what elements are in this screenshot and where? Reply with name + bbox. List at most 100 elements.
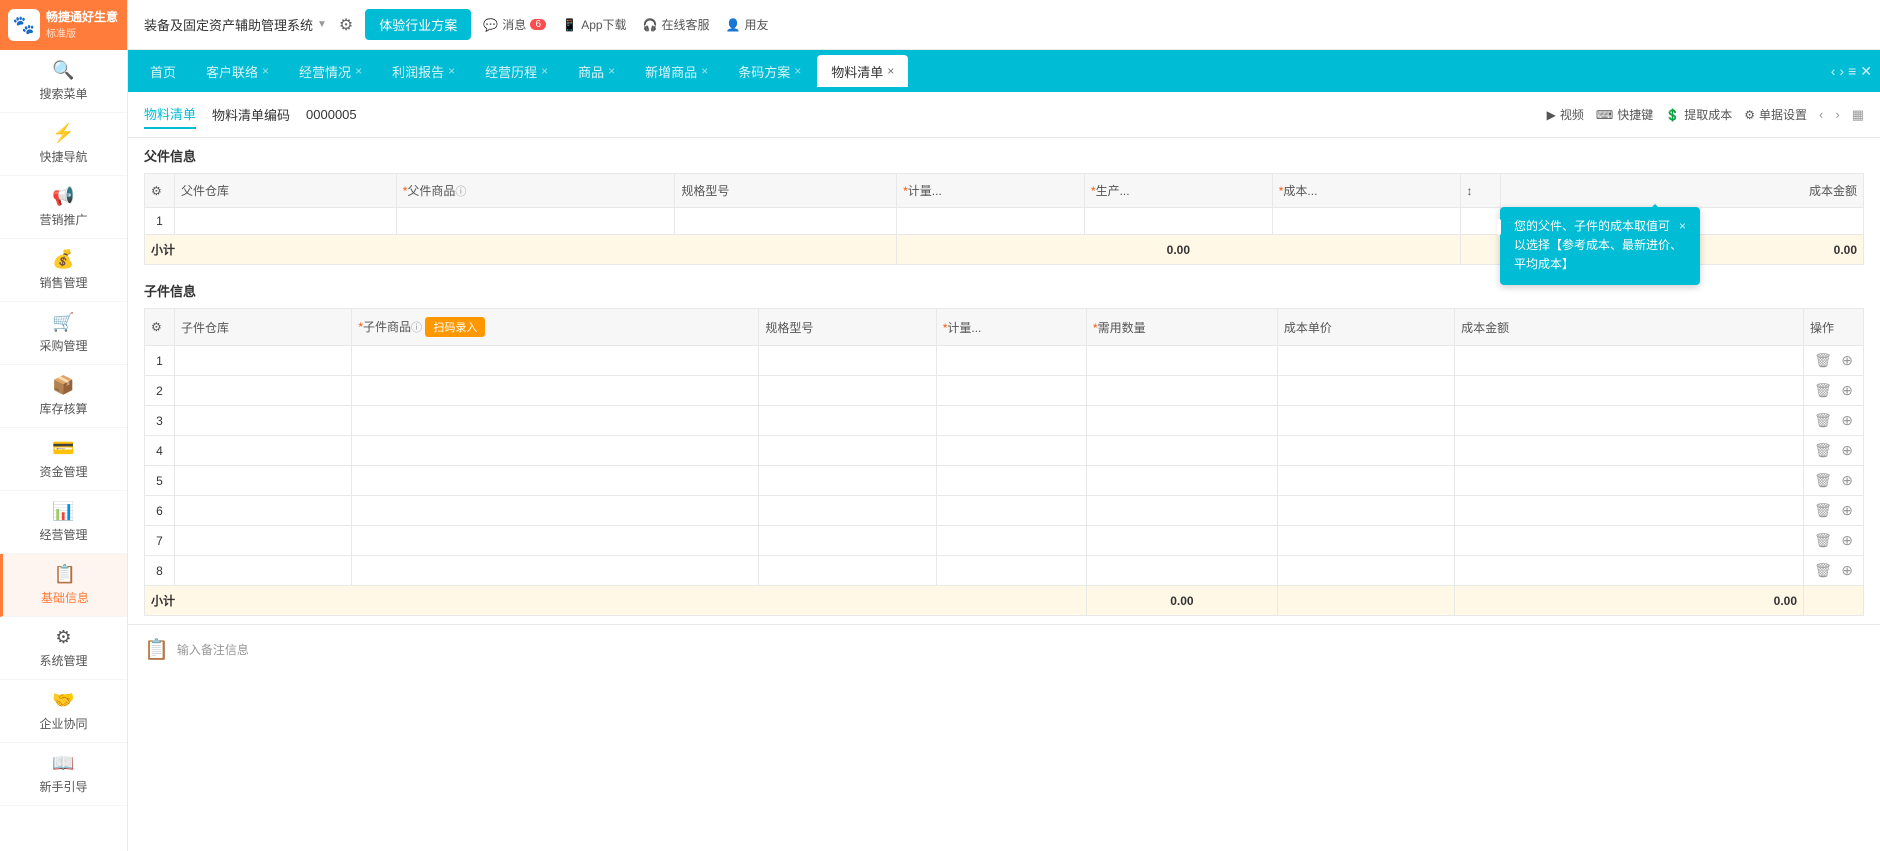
parent-warehouse-cell[interactable]: [175, 208, 397, 235]
shortcut-btn[interactable]: ⌨ 快捷键: [1596, 106, 1653, 123]
user-action[interactable]: 👤 用友: [726, 16, 769, 33]
copy-icon[interactable]: ⊕: [1841, 412, 1853, 428]
child-product-cell[interactable]: [352, 496, 759, 526]
delete-icon[interactable]: 🗑: [1814, 412, 1832, 428]
tab-operations[interactable]: 经营情况 ×: [285, 55, 376, 87]
child-unit-cell[interactable]: [936, 556, 1086, 586]
sidebar-item-operations[interactable]: 📊 经营管理: [0, 491, 127, 554]
scan-input-button[interactable]: 扫码录入: [425, 317, 485, 337]
parent-cost-cell[interactable]: [1272, 208, 1460, 235]
tooltip-close-button[interactable]: ×: [1679, 217, 1686, 236]
child-unitprice-cell[interactable]: [1277, 466, 1454, 496]
trial-button[interactable]: 体验行业方案: [365, 9, 471, 40]
child-spec-cell[interactable]: [759, 526, 936, 556]
tab-goods[interactable]: 商品 ×: [564, 55, 629, 87]
sub-tab-list[interactable]: 物料清单: [144, 100, 196, 129]
copy-icon[interactable]: ⊕: [1841, 562, 1853, 578]
child-unitprice-cell[interactable]: [1277, 556, 1454, 586]
delete-icon[interactable]: 🗑: [1814, 562, 1832, 578]
tab-barcode[interactable]: 条码方案 ×: [724, 55, 815, 87]
child-unitprice-cell[interactable]: [1277, 376, 1454, 406]
parent-unit-cell[interactable]: [897, 208, 1085, 235]
child-quantity-cell[interactable]: [1086, 466, 1277, 496]
child-unitprice-cell[interactable]: [1277, 436, 1454, 466]
parent-product-cell[interactable]: [396, 208, 675, 235]
tab-bom-x-icon[interactable]: ×: [887, 64, 894, 78]
tab-history[interactable]: 经营历程 ×: [471, 55, 562, 87]
child-product-cell[interactable]: [352, 406, 759, 436]
child-unit-cell[interactable]: [936, 526, 1086, 556]
child-warehouse-cell[interactable]: [175, 436, 352, 466]
child-product-cell[interactable]: [352, 376, 759, 406]
copy-icon[interactable]: ⊕: [1841, 472, 1853, 488]
child-product-cell[interactable]: [352, 556, 759, 586]
tab-newgoods-x-icon[interactable]: ×: [701, 64, 708, 78]
child-warehouse-cell[interactable]: [175, 376, 352, 406]
settings-gear-button[interactable]: ⚙: [339, 15, 353, 35]
parent-produce-cell[interactable]: [1084, 208, 1272, 235]
child-unitprice-cell[interactable]: [1277, 346, 1454, 376]
sidebar-item-inventory[interactable]: 📦 库存核算: [0, 365, 127, 428]
child-col-settings[interactable]: ⚙: [145, 309, 175, 346]
delete-icon[interactable]: 🗑: [1814, 532, 1832, 548]
child-warehouse-cell[interactable]: [175, 556, 352, 586]
tab-profit[interactable]: 利润报告 ×: [378, 55, 469, 87]
sidebar-item-basic[interactable]: 📋 基础信息: [0, 554, 127, 617]
tab-customers-x-icon[interactable]: ×: [262, 64, 269, 78]
nav-menu-icon[interactable]: ≡: [1848, 63, 1856, 79]
child-spec-cell[interactable]: [759, 376, 936, 406]
tab-history-x-icon[interactable]: ×: [541, 64, 548, 78]
note-icon[interactable]: 📋: [144, 637, 169, 662]
copy-icon[interactable]: ⊕: [1841, 382, 1853, 398]
child-spec-cell[interactable]: [759, 556, 936, 586]
child-warehouse-cell[interactable]: [175, 466, 352, 496]
tab-goods-x-icon[interactable]: ×: [608, 64, 615, 78]
child-unit-cell[interactable]: [936, 346, 1086, 376]
child-quantity-cell[interactable]: [1086, 376, 1277, 406]
copy-icon[interactable]: ⊕: [1841, 352, 1853, 368]
delete-icon[interactable]: 🗑: [1814, 472, 1832, 488]
child-unit-cell[interactable]: [936, 496, 1086, 526]
child-quantity-cell[interactable]: [1086, 556, 1277, 586]
tab-bom[interactable]: 物料清单 ×: [817, 55, 908, 87]
child-warehouse-cell[interactable]: [175, 406, 352, 436]
child-unit-cell[interactable]: [936, 466, 1086, 496]
child-warehouse-cell[interactable]: [175, 526, 352, 556]
child-unit-cell[interactable]: [936, 406, 1086, 436]
sidebar-item-collab[interactable]: 🤝 企业协同: [0, 680, 127, 743]
tab-barcode-x-icon[interactable]: ×: [794, 64, 801, 78]
child-quantity-cell[interactable]: [1086, 436, 1277, 466]
child-product-cell[interactable]: [352, 436, 759, 466]
toolbar-prev-icon[interactable]: ‹: [1819, 107, 1823, 122]
child-quantity-cell[interactable]: [1086, 526, 1277, 556]
child-spec-cell[interactable]: [759, 466, 936, 496]
parent-spec-cell[interactable]: [675, 208, 897, 235]
copy-icon[interactable]: ⊕: [1841, 442, 1853, 458]
child-spec-cell[interactable]: [759, 406, 936, 436]
child-product-cell[interactable]: [352, 466, 759, 496]
toolbar-next-icon[interactable]: ›: [1835, 107, 1839, 122]
copy-icon[interactable]: ⊕: [1841, 502, 1853, 518]
child-spec-cell[interactable]: [759, 496, 936, 526]
sidebar-item-marketing[interactable]: 📢 营销推广: [0, 176, 127, 239]
sidebar-item-guide[interactable]: 📖 新手引导: [0, 743, 127, 806]
toolbar-grid-icon[interactable]: ▦: [1852, 107, 1864, 123]
view-video-btn[interactable]: ▶ 视频: [1547, 106, 1584, 123]
tab-customers[interactable]: 客户联络 ×: [192, 55, 283, 87]
sidebar-item-search[interactable]: 🔍 搜索菜单: [0, 50, 127, 113]
child-quantity-cell[interactable]: [1086, 346, 1277, 376]
nav-prev-icon[interactable]: ‹: [1831, 63, 1836, 79]
child-warehouse-cell[interactable]: [175, 346, 352, 376]
copy-icon[interactable]: ⊕: [1841, 532, 1853, 548]
child-unit-cell[interactable]: [936, 436, 1086, 466]
child-product-cell[interactable]: [352, 526, 759, 556]
tab-home[interactable]: 首页: [136, 55, 190, 87]
delete-icon[interactable]: 🗑: [1814, 442, 1832, 458]
child-quantity-cell[interactable]: [1086, 406, 1277, 436]
system-title[interactable]: 装备及固定资产辅助管理系统 ▼: [144, 15, 327, 34]
nav-close-icon[interactable]: ✕: [1860, 63, 1872, 80]
child-unitprice-cell[interactable]: [1277, 406, 1454, 436]
sidebar-item-sales[interactable]: 💰 销售管理: [0, 239, 127, 302]
delete-icon[interactable]: 🗑: [1814, 382, 1832, 398]
online-service-action[interactable]: 🎧 在线客服: [643, 16, 710, 33]
